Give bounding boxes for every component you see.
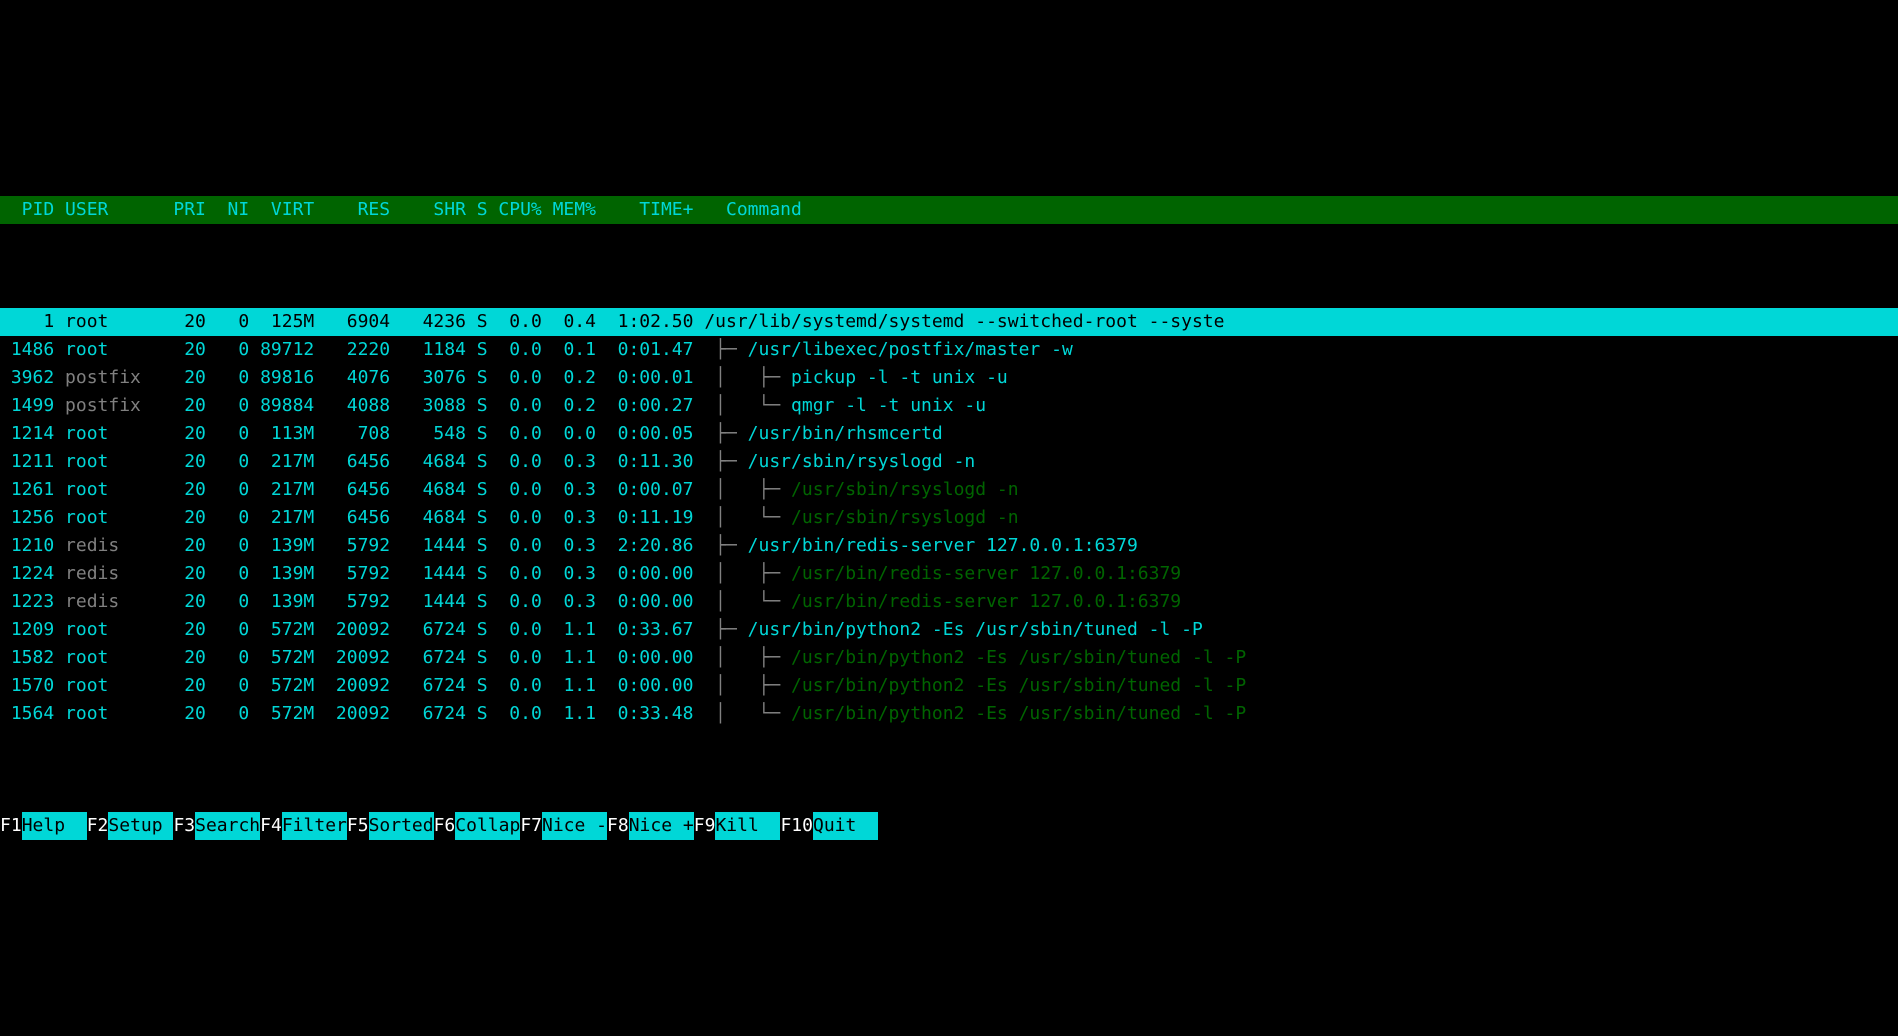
- col-mem[interactable]: MEM%: [542, 196, 596, 224]
- process-command: │ ├─ pickup -l -t unix -u: [693, 364, 1898, 392]
- process-user: root: [65, 420, 163, 448]
- fn-key: F3: [173, 812, 195, 840]
- col-pid[interactable]: PID: [0, 196, 65, 224]
- col-cpu[interactable]: CPU%: [488, 196, 542, 224]
- col-res[interactable]: RES: [314, 196, 390, 224]
- process-row[interactable]: 1211root200217M64564684S0.00.30:11.30 ├─…: [0, 448, 1898, 476]
- process-user: root: [65, 700, 163, 728]
- process-row[interactable]: 1210redis200139M57921444S0.00.32:20.86 ├…: [0, 532, 1898, 560]
- process-command: │ └─ qmgr -l -t unix -u: [693, 392, 1898, 420]
- process-command: /usr/lib/systemd/systemd --switched-root…: [693, 308, 1898, 336]
- process-row[interactable]: 1224redis200139M57921444S0.00.30:00.00 │…: [0, 560, 1898, 588]
- fn-action-filter[interactable]: Filter: [282, 812, 347, 840]
- process-user: postfix: [65, 392, 163, 420]
- process-command: ├─ /usr/libexec/postfix/master -w: [693, 336, 1898, 364]
- tree-branch-icon: ├─: [704, 535, 747, 556]
- process-row[interactable]: 1256root200217M64564684S0.00.30:11.19 │ …: [0, 504, 1898, 532]
- tree-branch-icon: │ └─: [704, 395, 791, 416]
- fn-key: F6: [434, 812, 456, 840]
- process-row[interactable]: 1582root200572M200926724S0.01.10:00.00 │…: [0, 644, 1898, 672]
- fn-key: F8: [607, 812, 629, 840]
- tree-branch-icon: ├─: [704, 619, 747, 640]
- tree-branch-icon: ├─: [704, 339, 747, 360]
- fn-action-kill[interactable]: Kill: [715, 812, 780, 840]
- col-time[interactable]: TIME+: [596, 196, 694, 224]
- col-ni[interactable]: NI: [206, 196, 249, 224]
- col-command[interactable]: Command: [693, 196, 1898, 224]
- process-command: │ └─ /usr/sbin/rsyslogd -n: [693, 504, 1898, 532]
- tree-branch-icon: │ ├─: [704, 479, 791, 500]
- function-key-bar: F1Help F2Setup F3SearchF4FilterF5SortedF…: [0, 812, 1898, 840]
- process-command: │ ├─ /usr/bin/redis-server 127.0.0.1:637…: [693, 560, 1898, 588]
- process-user: root: [65, 504, 163, 532]
- process-command: │ ├─ /usr/sbin/rsyslogd -n: [693, 476, 1898, 504]
- fn-action-search[interactable]: Search: [195, 812, 260, 840]
- fn-key: F5: [347, 812, 369, 840]
- col-s[interactable]: S: [466, 196, 488, 224]
- tree-branch-icon: ├─: [704, 451, 747, 472]
- tree-branch-icon: │ ├─: [704, 675, 791, 696]
- fn-key: F2: [87, 812, 109, 840]
- col-user[interactable]: USER: [65, 196, 163, 224]
- process-row[interactable]: 1261root200217M64564684S0.00.30:00.07 │ …: [0, 476, 1898, 504]
- tree-branch-icon: │ └─: [704, 703, 791, 724]
- process-user: root: [65, 672, 163, 700]
- process-command: │ ├─ /usr/bin/python2 -Es /usr/sbin/tune…: [693, 672, 1898, 700]
- process-row[interactable]: 1486root2008971222201184S0.00.10:01.47 ├…: [0, 336, 1898, 364]
- fn-action-setup[interactable]: Setup: [108, 812, 173, 840]
- fn-key: F9: [694, 812, 716, 840]
- process-row[interactable]: 1570root200572M200926724S0.01.10:00.00 │…: [0, 672, 1898, 700]
- tree-branch-icon: ├─: [704, 423, 747, 444]
- process-user: root: [65, 644, 163, 672]
- fn-key: F4: [260, 812, 282, 840]
- process-row[interactable]: 1223redis200139M57921444S0.00.30:00.00 │…: [0, 588, 1898, 616]
- process-command: ├─ /usr/sbin/rsyslogd -n: [693, 448, 1898, 476]
- tree-branch-icon: │ ├─: [704, 563, 791, 584]
- process-command: │ └─ /usr/bin/redis-server 127.0.0.1:637…: [693, 588, 1898, 616]
- process-user: postfix: [65, 364, 163, 392]
- process-command: ├─ /usr/bin/python2 -Es /usr/sbin/tuned …: [693, 616, 1898, 644]
- process-row[interactable]: 1499postfix2008988440883088S0.00.20:00.2…: [0, 392, 1898, 420]
- column-header-row: PID USER PRI NI VIRT RES SHR S CPU% MEM%…: [0, 196, 1898, 224]
- process-user: redis: [65, 588, 163, 616]
- fn-action-sorted[interactable]: Sorted: [369, 812, 434, 840]
- process-user: root: [65, 448, 163, 476]
- fn-action-quit[interactable]: Quit: [813, 812, 878, 840]
- tree-branch-icon: │ ├─: [704, 647, 791, 668]
- process-user: root: [65, 308, 163, 336]
- fn-key: F1: [0, 812, 22, 840]
- fn-action-help[interactable]: Help: [22, 812, 87, 840]
- fn-action-nice -[interactable]: Nice -: [542, 812, 607, 840]
- fn-action-nice +[interactable]: Nice +: [629, 812, 694, 840]
- process-user: root: [65, 336, 163, 364]
- col-pri[interactable]: PRI: [163, 196, 206, 224]
- fn-action-collap[interactable]: Collap: [455, 812, 520, 840]
- tree-branch-icon: │ ├─: [704, 367, 791, 388]
- tree-branch-icon: │ └─: [704, 507, 791, 528]
- process-command: ├─ /usr/bin/redis-server 127.0.0.1:6379: [693, 532, 1898, 560]
- process-command: │ ├─ /usr/bin/python2 -Es /usr/sbin/tune…: [693, 644, 1898, 672]
- process-user: root: [65, 616, 163, 644]
- process-user: redis: [65, 560, 163, 588]
- process-row[interactable]: 1root200125M69044236S0.00.41:02.50/usr/l…: [0, 308, 1898, 336]
- process-command: ├─ /usr/bin/rhsmcertd: [693, 420, 1898, 448]
- process-row[interactable]: 1214root200113M708548S0.00.00:00.05 ├─ /…: [0, 420, 1898, 448]
- process-row[interactable]: 3962postfix2008981640763076S0.00.20:00.0…: [0, 364, 1898, 392]
- process-user: root: [65, 476, 163, 504]
- process-row[interactable]: 1209root200572M200926724S0.01.10:33.67 ├…: [0, 616, 1898, 644]
- col-virt[interactable]: VIRT: [249, 196, 314, 224]
- tree-branch-icon: │ └─: [704, 591, 791, 612]
- process-list[interactable]: 1root200125M69044236S0.00.41:02.50/usr/l…: [0, 308, 1898, 728]
- fn-key: F7: [520, 812, 542, 840]
- process-row[interactable]: 1564root200572M200926724S0.01.10:33.48 │…: [0, 700, 1898, 728]
- process-command: │ └─ /usr/bin/python2 -Es /usr/sbin/tune…: [693, 700, 1898, 728]
- htop-terminal: PID USER PRI NI VIRT RES SHR S CPU% MEM%…: [0, 112, 1898, 896]
- col-shr[interactable]: SHR: [390, 196, 466, 224]
- process-user: redis: [65, 532, 163, 560]
- fn-key: F10: [780, 812, 813, 840]
